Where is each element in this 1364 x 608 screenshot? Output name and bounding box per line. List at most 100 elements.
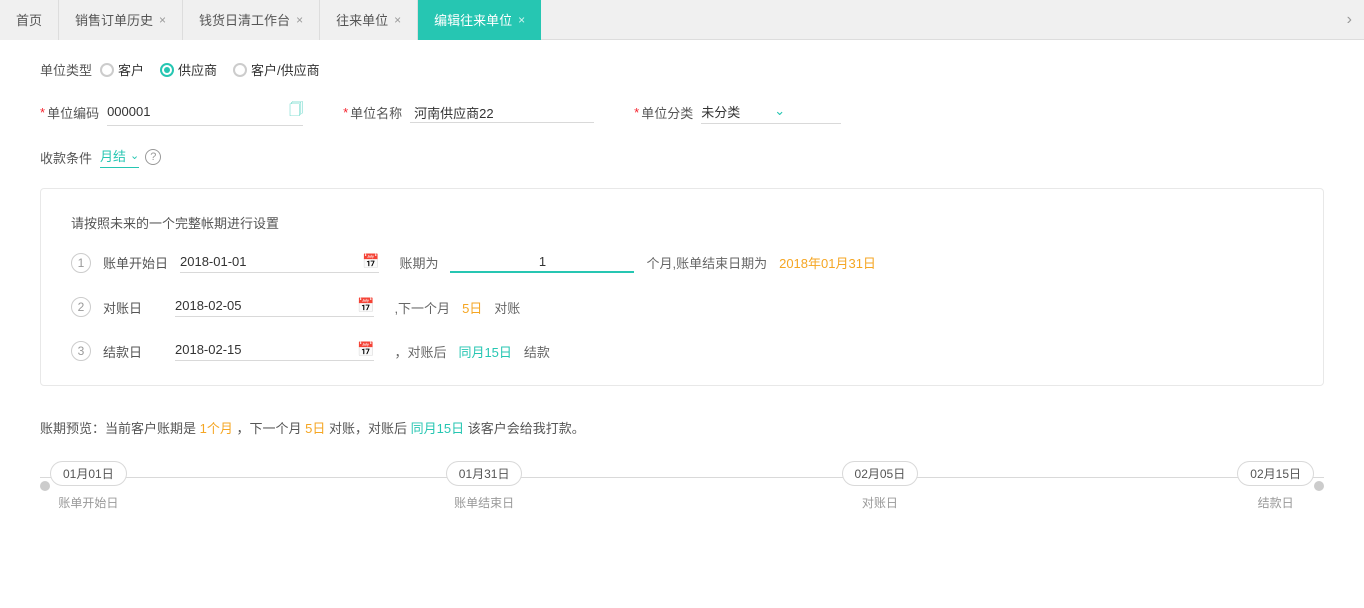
unit-code-input[interactable] <box>107 104 283 119</box>
period-num-3: 3 <box>71 341 91 361</box>
preview-part1: 1个月 <box>200 421 233 436</box>
tab-sales-history-close[interactable]: × <box>159 14 166 26</box>
radio-customer-circle <box>100 63 114 77</box>
period-3-highlight: 同月15日 <box>458 342 511 361</box>
period-2-highlight: 5日 <box>462 298 482 317</box>
period-label-3: 结款日 <box>103 342 163 361</box>
preview-part5: 同月15日 <box>411 421 464 436</box>
preview-part2: ，下一个月 <box>237 421 302 436</box>
unit-type-row: 单位类型 客户 供应商 客户/供应商 <box>40 60 1324 79</box>
unit-category-star: * <box>634 105 639 120</box>
unit-category-dropdown[interactable]: 未分类 ⌄ <box>701 102 841 124</box>
timeline-item-0: 01月01日 账单开始日 <box>50 461 127 511</box>
timeline-date-2: 02月05日 <box>842 461 919 486</box>
period-settings-box: 请按照未来的一个完整帐期进行设置 1 账单开始日 📅 账期为 个月,账单结束日期… <box>40 188 1324 386</box>
payment-help-icon[interactable]: ? <box>145 149 161 165</box>
period-row-3: 3 结款日 📅 ，对账后 同月15日 结款 <box>71 341 1293 361</box>
preview-part6: 该客户会给我打款。 <box>468 421 585 436</box>
unit-category-arrow-icon: ⌄ <box>774 103 841 119</box>
tab-more-button[interactable]: › <box>1335 0 1364 40</box>
period-date-2-input[interactable] <box>175 298 351 313</box>
tab-sales-history[interactable]: 销售订单历史 × <box>59 0 183 40</box>
timeline-label-2: 对账日 <box>862 494 898 511</box>
payment-condition-dropdown[interactable]: 月结 ⌄ <box>100 146 139 168</box>
unit-name-item: * 单位名称 <box>343 103 594 123</box>
preview-part3: 5日 <box>305 421 325 436</box>
unit-category-value: 未分类 <box>701 102 768 121</box>
tab-edit-partner-close[interactable]: × <box>518 14 525 26</box>
period-1-suffix: 个月,账单结束日期为 <box>646 253 767 272</box>
unit-code-icon[interactable]: 🗍 <box>289 99 303 123</box>
preview-label: 账期预览：当前客户账期是 <box>40 421 196 436</box>
period-date-3-input[interactable] <box>175 342 351 357</box>
unit-code-item: * 单位编码 🗍 <box>40 99 303 126</box>
timeline-item-1: 01月31日 账单结束日 <box>446 461 523 511</box>
timeline-label-3: 结款日 <box>1258 494 1294 511</box>
preview-section: 账期预览：当前客户账期是 1个月 ，下一个月 5日 对账，对账后 同月15日 该… <box>40 402 1324 541</box>
period-box-title: 请按照未来的一个完整帐期进行设置 <box>71 213 1293 232</box>
unit-name-label: 单位名称 <box>350 103 402 122</box>
period-row-2: 2 对账日 📅 ,下一个月 5日 对账 <box>71 297 1293 317</box>
period-num-2: 2 <box>71 297 91 317</box>
preview-part4: 对账，对账后 <box>329 421 407 436</box>
unit-name-input[interactable] <box>410 103 594 123</box>
main-content: 单位类型 客户 供应商 客户/供应商 * 单位编码 <box>0 40 1364 608</box>
tab-partner-units-label: 往来单位 <box>336 10 388 29</box>
period-label-1: 账单开始日 <box>103 253 168 272</box>
preview-text: 账期预览：当前客户账期是 1个月 ，下一个月 5日 对账，对账后 同月15日 该… <box>40 418 1324 437</box>
timeline-item-2: 02月05日 对账日 <box>842 461 919 511</box>
period-row-1: 1 账单开始日 📅 账期为 个月,账单结束日期为 2018年01月31日 <box>71 252 1293 273</box>
tab-home-label: 首页 <box>16 10 42 29</box>
radio-customer[interactable]: 客户 <box>100 60 144 79</box>
period-date-1-wrapper: 📅 <box>180 253 379 273</box>
timeline-label-0: 账单开始日 <box>58 494 118 511</box>
unit-info-row: * 单位编码 🗍 * 单位名称 * 单位分类 未分类 ⌄ <box>40 99 1324 126</box>
tab-home[interactable]: 首页 <box>0 0 59 40</box>
period-date-2-wrapper: 📅 <box>175 297 374 317</box>
tab-edit-partner-label: 编辑往来单位 <box>434 10 512 29</box>
radio-supplier-label: 供应商 <box>178 60 217 79</box>
radio-supplier-circle <box>160 63 174 77</box>
period-date-1-calendar-icon[interactable]: 📅 <box>362 253 379 270</box>
timeline-dot-start <box>40 481 50 491</box>
unit-code-label: 单位编码 <box>47 103 99 122</box>
period-date-2-calendar-icon[interactable]: 📅 <box>357 297 374 314</box>
payment-item: 收款条件 月结 ⌄ ? <box>40 146 161 168</box>
payment-label: 收款条件 <box>40 148 92 167</box>
payment-condition-value: 月结 <box>100 146 126 165</box>
unit-type-radio-group: 客户 供应商 客户/供应商 <box>100 60 320 79</box>
radio-customer-label: 客户 <box>118 60 144 79</box>
period-1-end-date: 2018年01月31日 <box>779 253 876 272</box>
tab-cash-work-close[interactable]: × <box>296 14 303 26</box>
tab-cash-work-label: 钱货日清工作台 <box>199 10 290 29</box>
unit-code-star: * <box>40 105 45 120</box>
radio-customer-supplier[interactable]: 客户/供应商 <box>233 60 320 79</box>
radio-customer-supplier-circle <box>233 63 247 77</box>
timeline: 01月01日 账单开始日 01月31日 账单结束日 02月05日 对账日 02月… <box>40 461 1324 541</box>
tab-cash-work[interactable]: 钱货日清工作台 × <box>183 0 320 40</box>
period-2-prefix: ,下一个月 <box>394 298 450 317</box>
tabs-bar: 首页 销售订单历史 × 钱货日清工作台 × 往来单位 × 编辑往来单位 × › <box>0 0 1364 40</box>
tab-partner-units-close[interactable]: × <box>394 14 401 26</box>
period-date-3-wrapper: 📅 <box>175 341 374 361</box>
unit-category-label: 单位分类 <box>641 103 693 122</box>
period-3-suffix: 结款 <box>524 342 550 361</box>
period-2-suffix: 对账 <box>494 298 520 317</box>
unit-category-item: * 单位分类 未分类 ⌄ <box>634 102 841 124</box>
payment-row: 收款条件 月结 ⌄ ? <box>40 146 1324 168</box>
period-date-3-calendar-icon[interactable]: 📅 <box>357 341 374 358</box>
radio-supplier[interactable]: 供应商 <box>160 60 217 79</box>
unit-type-item: 单位类型 客户 供应商 客户/供应商 <box>40 60 320 79</box>
period-label-2: 对账日 <box>103 298 163 317</box>
period-months-input[interactable] <box>450 252 634 273</box>
period-date-1-input[interactable] <box>180 254 356 269</box>
tab-edit-partner[interactable]: 编辑往来单位 × <box>418 0 541 40</box>
timeline-date-1: 01月31日 <box>446 461 523 486</box>
timeline-label-1: 账单结束日 <box>454 494 514 511</box>
timeline-items: 01月01日 账单开始日 01月31日 账单结束日 02月05日 对账日 02月… <box>50 461 1314 511</box>
timeline-date-0: 01月01日 <box>50 461 127 486</box>
tab-partner-units[interactable]: 往来单位 × <box>320 0 418 40</box>
unit-code-input-wrapper: 🗍 <box>107 99 303 126</box>
unit-type-label: 单位类型 <box>40 60 92 79</box>
payment-dropdown-arrow-icon: ⌄ <box>130 149 139 162</box>
